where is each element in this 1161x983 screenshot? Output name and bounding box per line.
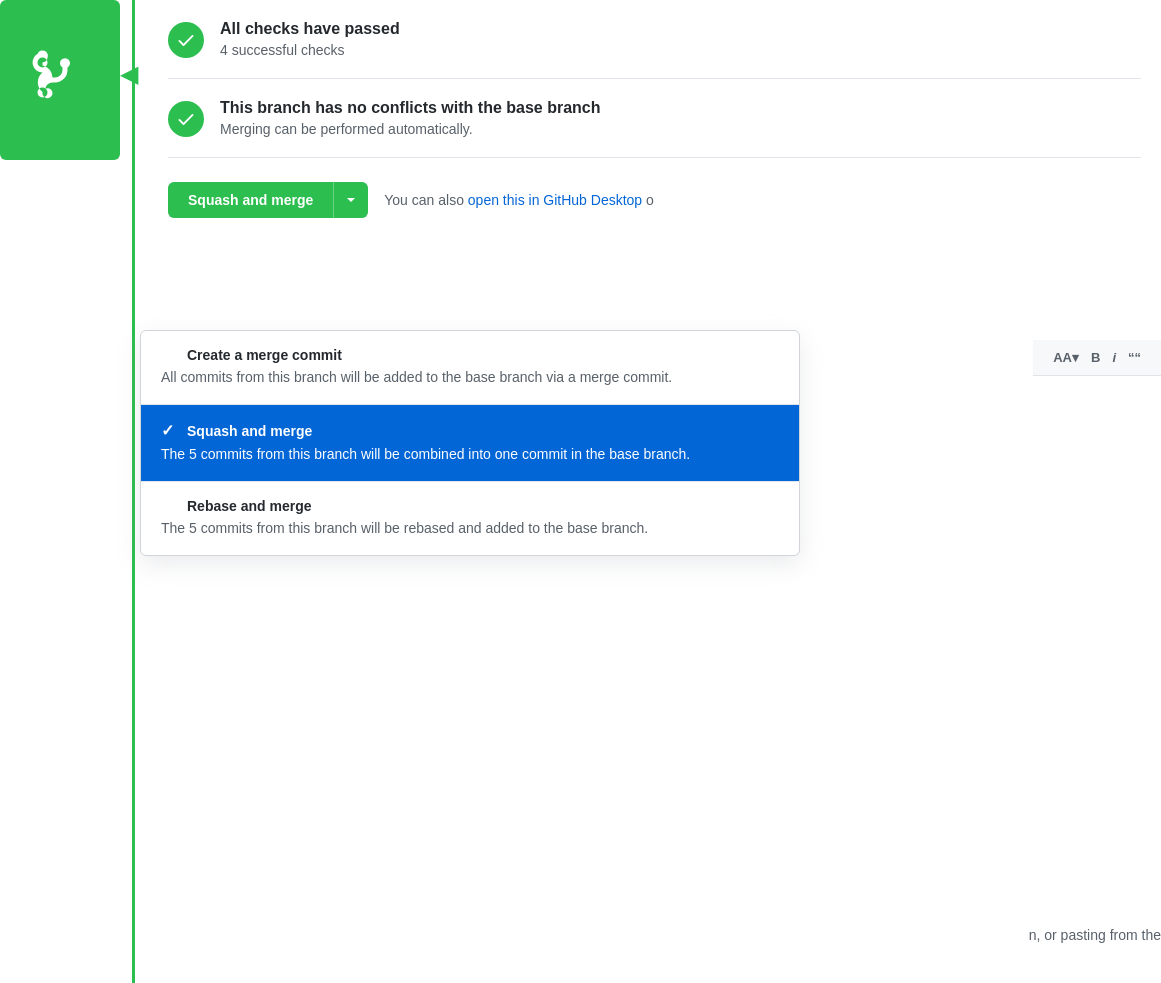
github-desktop-link[interactable]: open this in GitHub Desktop bbox=[468, 192, 642, 208]
squash-merge-button[interactable]: Squash and merge bbox=[168, 182, 333, 218]
check-circle-1 bbox=[168, 22, 204, 58]
check-text-1: All checks have passed 4 successful chec… bbox=[220, 20, 400, 58]
also-text-prefix: You can also bbox=[384, 192, 468, 208]
also-text-suffix: o bbox=[642, 192, 654, 208]
dropdown-arrow-icon bbox=[346, 197, 356, 204]
green-arrow: ◀ bbox=[120, 60, 138, 88]
check-title-1: All checks have passed bbox=[220, 20, 400, 38]
toolbar-bold[interactable]: B bbox=[1091, 350, 1100, 365]
bottom-partial-text: n, or pasting from the bbox=[1029, 927, 1161, 943]
merge-icon bbox=[30, 50, 90, 110]
also-text: You can also open this in GitHub Desktop… bbox=[384, 192, 654, 208]
page-container: ◀ All checks have passed 4 successful ch… bbox=[0, 0, 1161, 983]
dropdown-menu: Create a merge commit All commits from t… bbox=[140, 330, 800, 556]
left-border-line bbox=[132, 0, 135, 983]
toolbar-partial: AA▾ B i ““ bbox=[1033, 340, 1161, 376]
dropdown-item-rebase-merge[interactable]: Rebase and merge The 5 commits from this… bbox=[141, 482, 799, 555]
dropdown-item-merge-commit[interactable]: Create a merge commit All commits from t… bbox=[141, 331, 799, 405]
dropdown-item-title-3: Rebase and merge bbox=[187, 498, 312, 514]
merge-button-group: Squash and merge bbox=[168, 182, 368, 218]
dropdown-item-squash-merge[interactable]: ✓ Squash and merge The 5 commits from th… bbox=[141, 405, 799, 482]
dropdown-item-desc-1: All commits from this branch will be add… bbox=[161, 367, 779, 388]
check-section-2: This branch has no conflicts with the ba… bbox=[168, 79, 1141, 158]
dropdown-item-title-2: Squash and merge bbox=[187, 423, 312, 439]
check-circle-2 bbox=[168, 101, 204, 137]
check-text-2: This branch has no conflicts with the ba… bbox=[220, 99, 601, 137]
content-wrapper: All checks have passed 4 successful chec… bbox=[148, 0, 1161, 242]
toolbar-quote[interactable]: ““ bbox=[1128, 350, 1141, 365]
check-subtitle-2: Merging can be performed automatically. bbox=[220, 121, 601, 137]
check-icon-2 bbox=[176, 109, 196, 129]
dropdown-item-title-1: Create a merge commit bbox=[187, 347, 342, 363]
checkmark-2: ✓ bbox=[161, 421, 177, 440]
toolbar-italic[interactable]: i bbox=[1112, 350, 1116, 365]
check-section-1: All checks have passed 4 successful chec… bbox=[168, 0, 1141, 79]
dropdown-item-desc-3: The 5 commits from this branch will be r… bbox=[161, 518, 779, 539]
merge-dropdown-button[interactable] bbox=[333, 182, 368, 218]
dropdown-item-header-3: Rebase and merge bbox=[161, 498, 779, 514]
toolbar-aa[interactable]: AA▾ bbox=[1053, 350, 1079, 365]
check-subtitle-1: 4 successful checks bbox=[220, 42, 400, 58]
merge-icon-box bbox=[0, 0, 120, 160]
dropdown-item-desc-2: The 5 commits from this branch will be c… bbox=[161, 444, 779, 465]
check-icon-1 bbox=[176, 30, 196, 50]
check-title-2: This branch has no conflicts with the ba… bbox=[220, 99, 601, 117]
dropdown-item-header-1: Create a merge commit bbox=[161, 347, 779, 363]
dropdown-item-header-2: ✓ Squash and merge bbox=[161, 421, 779, 440]
merge-action-row: Squash and merge You can also open this … bbox=[168, 158, 1141, 242]
